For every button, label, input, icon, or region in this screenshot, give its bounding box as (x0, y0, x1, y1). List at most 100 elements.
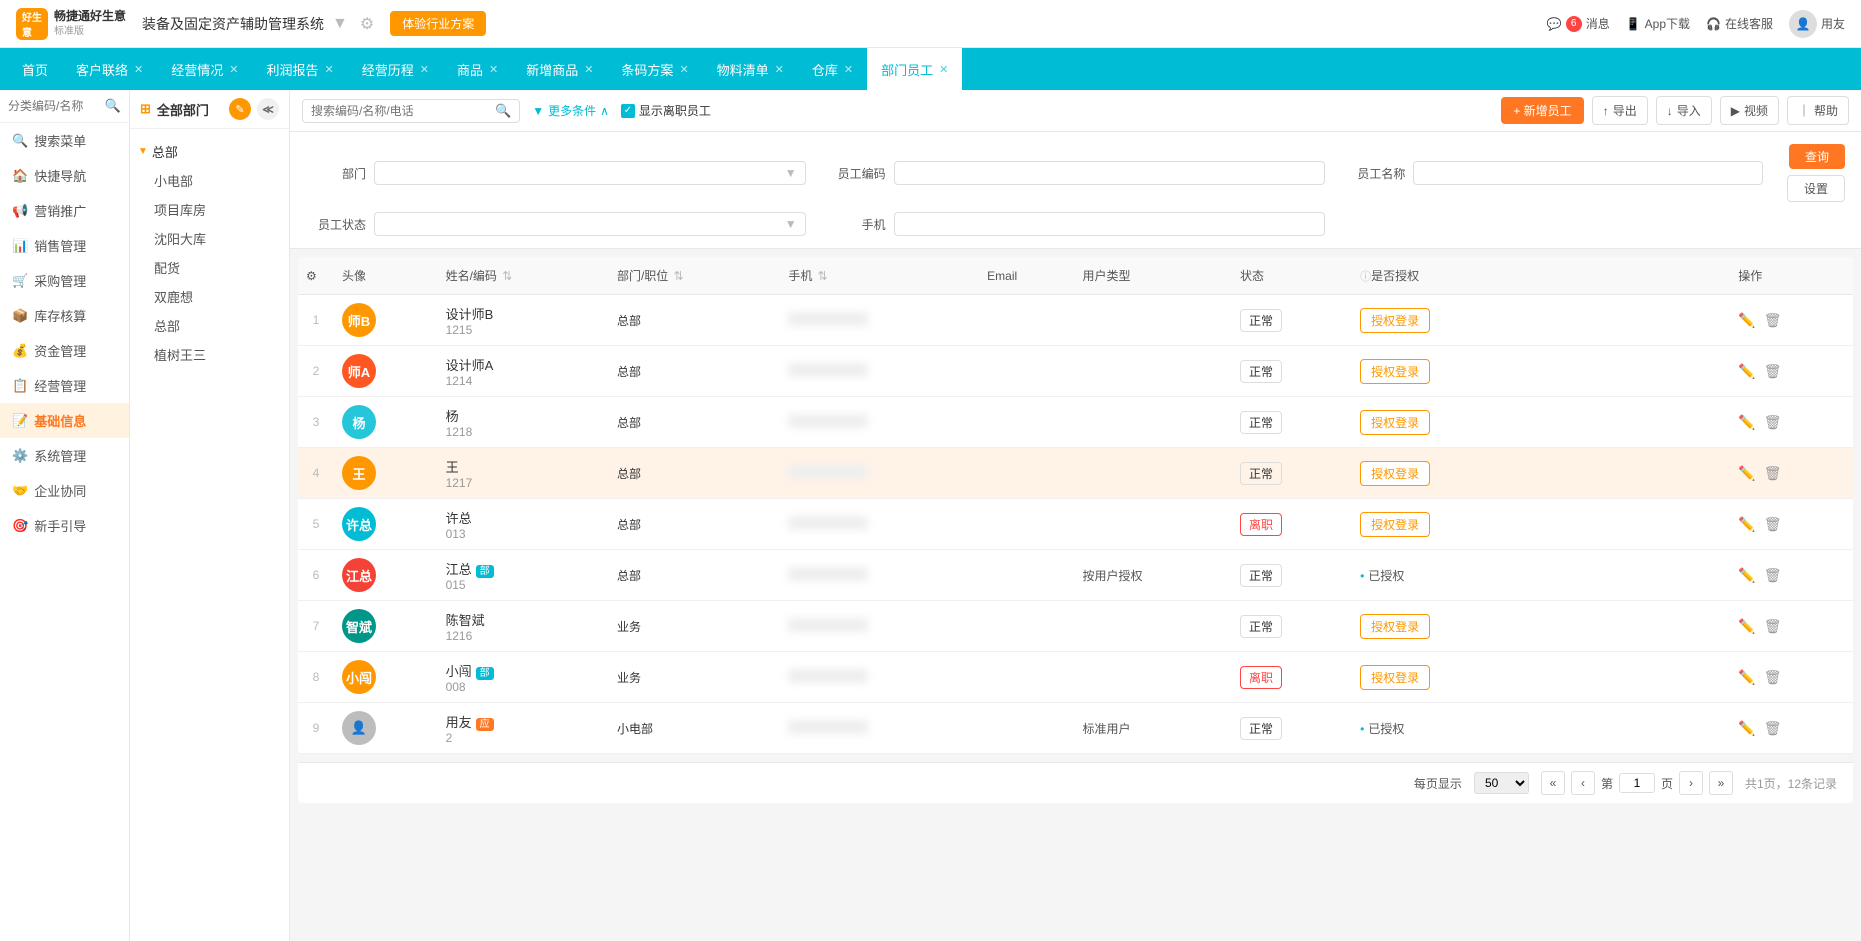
dept-child-shuanglu[interactable]: 双鹿想 (130, 282, 289, 311)
col-phone[interactable]: 手机 ⇅ (780, 257, 979, 295)
per-page-select[interactable]: 50 100 (1474, 772, 1529, 794)
nav-operation[interactable]: 经营情况 ✕ (157, 48, 252, 90)
auth-btn[interactable]: 授权登录 (1360, 614, 1430, 639)
dept-header-general[interactable]: ▼ 总部 (130, 137, 289, 166)
delete-icon[interactable]: 🗑 (1764, 312, 1782, 329)
nav-bom[interactable]: 物料清单 ✕ (703, 48, 798, 90)
sidebar-item-sales[interactable]: 📊 销售管理 (0, 228, 129, 263)
sidebar-item-guide[interactable]: 🎯 新手引导 (0, 508, 129, 543)
next-page-btn[interactable]: › (1679, 771, 1703, 795)
nav-close-icon[interactable]: ✕ (584, 63, 593, 76)
nav-customer[interactable]: 客户联络 ✕ (62, 48, 157, 90)
edit-icon[interactable]: ✏️ (1738, 618, 1755, 635)
dept-child-xiaodibu[interactable]: 小电部 (130, 166, 289, 195)
nav-warehouse[interactable]: 仓库 ✕ (798, 48, 867, 90)
import-btn[interactable]: ↓ 导入 (1656, 96, 1712, 125)
nav-close-icon[interactable]: ✕ (420, 63, 429, 76)
auth-btn[interactable]: 授权登录 (1360, 359, 1430, 384)
delete-icon[interactable]: 🗑 (1764, 516, 1782, 533)
delete-icon[interactable]: 🗑 (1764, 567, 1782, 584)
employee-code-input[interactable] (894, 161, 1326, 185)
edit-icon[interactable]: ✏️ (1738, 720, 1755, 737)
prev-page-btn[interactable]: ‹ (1571, 771, 1595, 795)
nav-profit[interactable]: 利润报告 ✕ (252, 48, 347, 90)
auth-btn[interactable]: 授权登录 (1360, 308, 1430, 333)
delete-icon[interactable]: 🗑 (1764, 669, 1782, 686)
nav-close-icon[interactable]: ✕ (325, 63, 334, 76)
sidebar-item-purchase[interactable]: 🛒 采购管理 (0, 263, 129, 298)
col-name[interactable]: 姓名/编码 ⇅ (438, 257, 609, 295)
edit-icon[interactable]: ✏️ (1738, 567, 1755, 584)
nav-close-icon[interactable]: ✕ (844, 63, 853, 76)
dropdown-arrow-icon[interactable]: ▼ (332, 15, 348, 33)
edit-icon[interactable]: ✏️ (1738, 312, 1755, 329)
sidebar-item-search[interactable]: 🔍 搜索菜单 (0, 123, 129, 158)
auth-btn[interactable]: 授权登录 (1360, 665, 1430, 690)
nav-close-icon[interactable]: ✕ (229, 63, 238, 76)
edit-icon[interactable]: ✏️ (1738, 414, 1755, 431)
sidebar-item-collab[interactable]: 🤝 企业协同 (0, 473, 129, 508)
nav-home[interactable]: 首页 (8, 48, 62, 90)
sidebar-item-operation[interactable]: 📋 经营管理 (0, 368, 129, 403)
sidebar-item-inventory[interactable]: 📦 库存核算 (0, 298, 129, 333)
delete-icon[interactable]: 🗑 (1764, 465, 1782, 482)
dept-child-peihu[interactable]: 配货 (130, 253, 289, 282)
export-btn[interactable]: ↑ 导出 (1592, 96, 1648, 125)
set-btn[interactable]: 设置 (1787, 175, 1845, 202)
dept-child-shenyang[interactable]: 沈阳大库 (130, 224, 289, 253)
status-filter-select[interactable]: ▼ (374, 212, 806, 236)
sidebar-item-basic[interactable]: 📝 基础信息 (0, 403, 129, 438)
message-btn[interactable]: 💬 6 消息 (1547, 15, 1610, 32)
employee-search-input[interactable] (311, 104, 491, 118)
settings-icon[interactable]: ⚙ (360, 14, 374, 34)
nav-goods[interactable]: 商品 ✕ (443, 48, 512, 90)
delete-icon[interactable]: 🗑 (1764, 720, 1782, 737)
more-filters-btn[interactable]: ▼ 更多条件 ∧ (532, 102, 609, 119)
first-page-btn[interactable]: « (1541, 771, 1565, 795)
sidebar-item-marketing[interactable]: 📢 营销推广 (0, 193, 129, 228)
sidebar-item-system[interactable]: ⚙️ 系统管理 (0, 438, 129, 473)
edit-icon[interactable]: ✏️ (1738, 669, 1755, 686)
col-dept[interactable]: 部门/职位 ⇅ (609, 257, 780, 295)
nav-close-icon[interactable]: ✕ (939, 63, 948, 76)
employee-search-box[interactable]: 🔍 (302, 99, 520, 123)
show-resigned-checkbox[interactable]: ✓ 显示离职员工 (621, 102, 711, 119)
online-service-btn[interactable]: 🎧 在线客服 (1706, 15, 1773, 32)
view-btn[interactable]: ▶ 视频 (1720, 96, 1779, 125)
auth-btn[interactable]: 授权登录 (1360, 461, 1430, 486)
sidebar-search-input[interactable] (8, 99, 105, 113)
dept-child-projroom[interactable]: 项目库房 (130, 195, 289, 224)
nav-employee[interactable]: 部门员工 ✕ (867, 48, 962, 90)
nav-close-icon[interactable]: ✕ (489, 63, 498, 76)
sidebar-search-box[interactable]: 🔍 (0, 90, 129, 123)
dept-collapse-btn[interactable]: ≪ (257, 98, 279, 120)
last-page-btn[interactable]: » (1709, 771, 1733, 795)
nav-close-icon[interactable]: ✕ (134, 63, 143, 76)
query-btn[interactable]: 查询 (1789, 144, 1845, 169)
dept-child-zongbu[interactable]: 总部 (130, 311, 289, 340)
nav-close-icon[interactable]: ✕ (679, 63, 688, 76)
add-employee-btn[interactable]: + 新增员工 (1501, 97, 1583, 124)
nav-history[interactable]: 经营历程 ✕ (348, 48, 443, 90)
auth-btn[interactable]: 授权登录 (1360, 410, 1430, 435)
auth-btn[interactable]: 授权登录 (1360, 512, 1430, 537)
delete-icon[interactable]: 🗑 (1764, 363, 1782, 380)
dept-filter-select[interactable]: ▼ (374, 161, 806, 185)
sidebar-item-finance[interactable]: 💰 资金管理 (0, 333, 129, 368)
user-btn[interactable]: 👤 用友 (1789, 10, 1845, 38)
delete-icon[interactable]: 🗑 (1764, 414, 1782, 431)
edit-icon[interactable]: ✏️ (1738, 363, 1755, 380)
help-btn[interactable]: ｜ 帮助 (1787, 96, 1849, 125)
dept-child-zhishu[interactable]: 植树王三 (130, 340, 289, 369)
experience-btn[interactable]: 体验行业方案 (390, 11, 486, 36)
employee-name-input[interactable] (1413, 161, 1763, 185)
dept-add-btn[interactable]: ✎ (229, 98, 251, 120)
nav-barcode[interactable]: 条码方案 ✕ (607, 48, 702, 90)
app-download-btn[interactable]: 📱 App下载 (1626, 15, 1690, 32)
page-number-input[interactable] (1619, 773, 1655, 793)
phone-input[interactable] (894, 212, 1326, 236)
edit-icon[interactable]: ✏️ (1738, 516, 1755, 533)
col-settings[interactable]: ⚙ (298, 257, 334, 295)
nav-close-icon[interactable]: ✕ (775, 63, 784, 76)
edit-icon[interactable]: ✏️ (1738, 465, 1755, 482)
